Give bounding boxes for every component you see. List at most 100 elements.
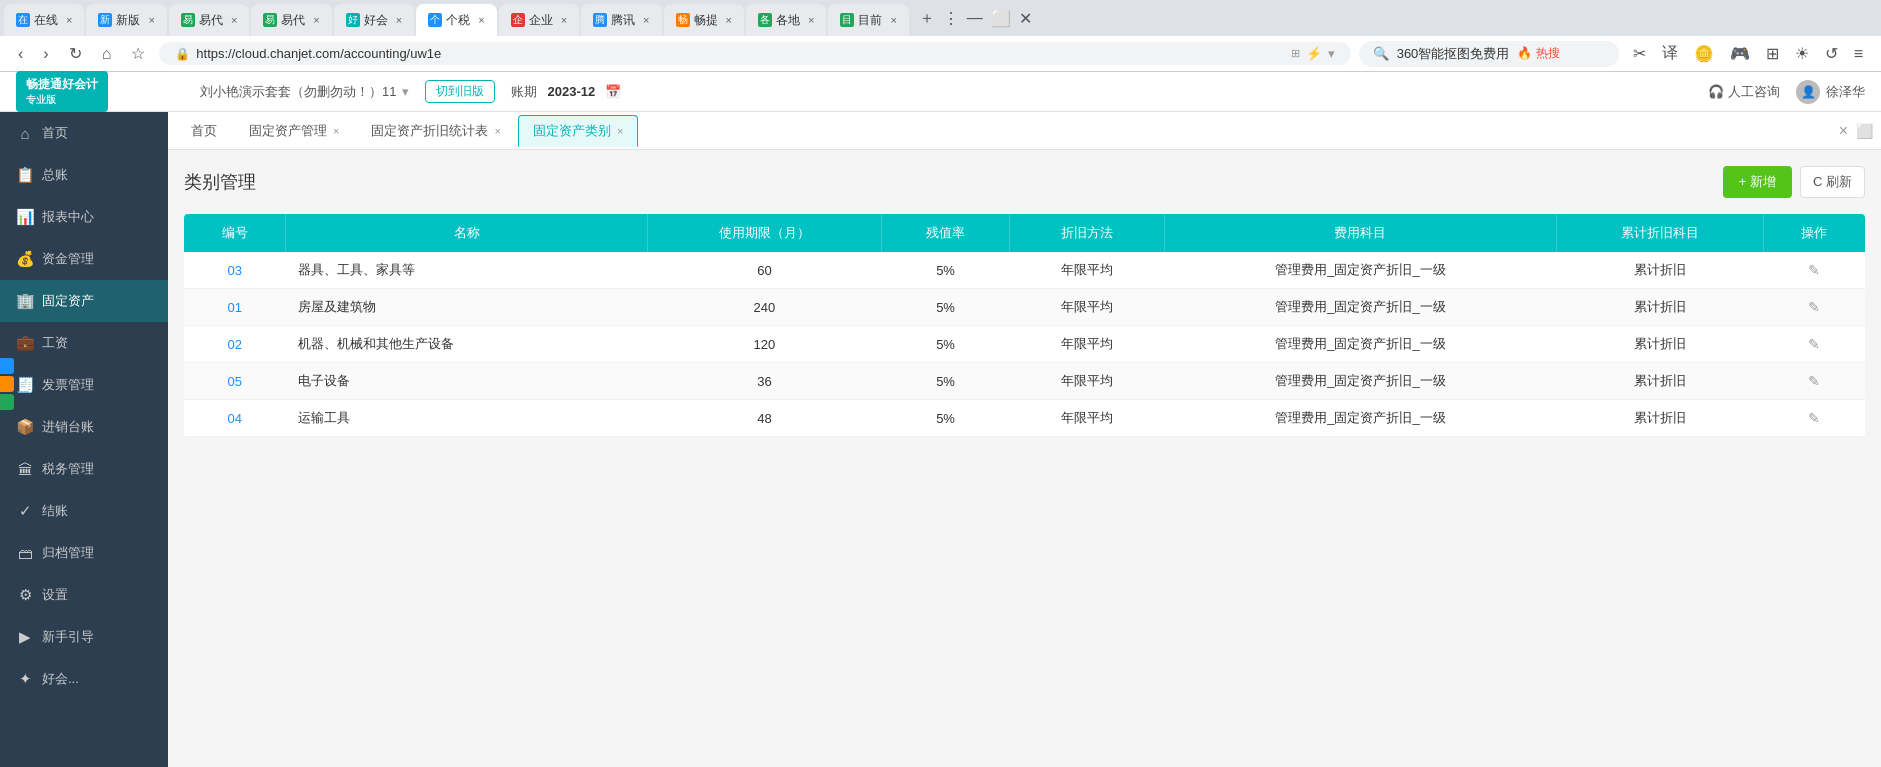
- page-tab-fa-category[interactable]: 固定资产类别 ×: [518, 115, 638, 147]
- browser-tab-1[interactable]: 在 在线 ×: [4, 4, 84, 36]
- url-bar[interactable]: 🔒 https://cloud.chanjet.com/accounting/u…: [159, 42, 1350, 65]
- theme-icon[interactable]: ☀: [1789, 42, 1815, 65]
- browser-tab-9[interactable]: 畅 畅提 ×: [664, 4, 744, 36]
- tab-menu-btn[interactable]: ⋮: [943, 9, 959, 28]
- page-tab-fa-depreciation-close[interactable]: ×: [494, 125, 500, 137]
- search-bar[interactable]: 🔍 360智能抠图免费用 🔥 热搜: [1359, 41, 1619, 67]
- tab1-close[interactable]: ×: [66, 14, 72, 26]
- cell-action[interactable]: ✎: [1763, 252, 1865, 289]
- tab2-favicon: 新: [98, 13, 112, 27]
- sidebar-item-close[interactable]: ✓ 结账: [0, 490, 168, 532]
- sidebar-item-ledger[interactable]: 📋 总账: [0, 154, 168, 196]
- minimize-btn[interactable]: —: [967, 9, 983, 27]
- browser-tab-4[interactable]: 易 易代 ×: [251, 4, 331, 36]
- forward-btn[interactable]: ›: [37, 43, 54, 65]
- browser-tab-3[interactable]: 易 易代 ×: [169, 4, 249, 36]
- coin-icon[interactable]: 🪙: [1688, 42, 1720, 65]
- tab6-close[interactable]: ×: [478, 14, 484, 26]
- page-tab-fa-management[interactable]: 固定资产管理 ×: [234, 115, 354, 147]
- browser-tab-7[interactable]: 企 企业 ×: [499, 4, 579, 36]
- sidebar-item-invoice[interactable]: 🧾 发票管理: [0, 364, 168, 406]
- reload-btn[interactable]: ↻: [63, 42, 88, 65]
- tab10-close[interactable]: ×: [808, 14, 814, 26]
- sidebar-label-tax: 税务管理: [42, 460, 94, 478]
- grid-icon[interactable]: ⊞: [1760, 42, 1785, 65]
- tab4-close[interactable]: ×: [313, 14, 319, 26]
- page-tab-fa-management-close[interactable]: ×: [333, 125, 339, 137]
- sidebar-item-settings[interactable]: ⚙ 设置: [0, 574, 168, 616]
- edit-icon[interactable]: ✎: [1808, 336, 1820, 352]
- page-tab-home[interactable]: 首页: [176, 115, 232, 147]
- page-tab-fa-depreciation[interactable]: 固定资产折旧统计表 ×: [356, 115, 515, 147]
- cut-icon[interactable]: ✂: [1627, 42, 1652, 65]
- browser-tab-2[interactable]: 新 新版 ×: [86, 4, 166, 36]
- calendar-icon[interactable]: 📅: [605, 84, 621, 99]
- page-title: 类别管理: [184, 170, 256, 194]
- refresh-button[interactable]: C 刷新: [1800, 166, 1865, 198]
- period-info: 账期 2023-12 📅: [511, 83, 621, 101]
- cell-accumulated-account: 累计折旧: [1556, 363, 1763, 400]
- browser-tab-8[interactable]: 腾 腾讯 ×: [581, 4, 661, 36]
- tab7-close[interactable]: ×: [561, 14, 567, 26]
- user-expand-icon[interactable]: ▾: [402, 84, 409, 99]
- col-header-accumulated: 累计折旧科目: [1556, 214, 1763, 252]
- new-tab-btn[interactable]: ＋: [919, 8, 935, 29]
- browser-tab-10[interactable]: 各 各地 ×: [746, 4, 826, 36]
- cell-code[interactable]: 04: [184, 400, 286, 437]
- menu-icon[interactable]: ≡: [1848, 43, 1869, 65]
- url-text: https://cloud.chanjet.com/accounting/uw1…: [196, 46, 1284, 61]
- cell-action[interactable]: ✎: [1763, 363, 1865, 400]
- edit-icon[interactable]: ✎: [1808, 299, 1820, 315]
- tab8-close[interactable]: ×: [643, 14, 649, 26]
- edit-icon[interactable]: ✎: [1808, 410, 1820, 426]
- tab2-close[interactable]: ×: [148, 14, 154, 26]
- cell-action[interactable]: ✎: [1763, 326, 1865, 363]
- maximize-window-icon[interactable]: ⬜: [1856, 123, 1873, 139]
- maximize-btn[interactable]: ⬜: [991, 9, 1011, 28]
- sidebar-item-reports[interactable]: 📊 报表中心: [0, 196, 168, 238]
- history-icon[interactable]: ↺: [1819, 42, 1844, 65]
- switch-old-version-btn[interactable]: 切到旧版: [425, 80, 495, 103]
- edit-icon[interactable]: ✎: [1808, 373, 1820, 389]
- page-tab-fa-category-close[interactable]: ×: [617, 125, 623, 137]
- cell-action[interactable]: ✎: [1763, 400, 1865, 437]
- left-indicator-2[interactable]: [0, 376, 14, 392]
- sidebar-item-more[interactable]: ✦ 好会...: [0, 658, 168, 700]
- tab1-label: 在线: [34, 12, 58, 29]
- back-btn[interactable]: ‹: [12, 43, 29, 65]
- sidebar-item-payroll[interactable]: 💼 工资: [0, 322, 168, 364]
- cell-code[interactable]: 03: [184, 252, 286, 289]
- cell-code[interactable]: 02: [184, 326, 286, 363]
- cell-code[interactable]: 01: [184, 289, 286, 326]
- left-indicator-3[interactable]: [0, 394, 14, 410]
- close-window-icon[interactable]: ×: [1839, 122, 1848, 140]
- left-indicator-1[interactable]: [0, 358, 14, 374]
- home-btn[interactable]: ⌂: [96, 43, 118, 65]
- sidebar-item-home[interactable]: ⌂ 首页: [0, 112, 168, 154]
- service-btn[interactable]: 🎧 人工咨询: [1708, 83, 1780, 101]
- sidebar-item-archive[interactable]: 🗃 归档管理: [0, 532, 168, 574]
- tab9-close[interactable]: ×: [726, 14, 732, 26]
- close-btn[interactable]: ✕: [1019, 9, 1032, 28]
- bookmark-btn[interactable]: ☆: [125, 42, 151, 65]
- browser-tab-5[interactable]: 好 好会 ×: [334, 4, 414, 36]
- sidebar-item-tax[interactable]: 🏛 税务管理: [0, 448, 168, 490]
- cell-action[interactable]: ✎: [1763, 289, 1865, 326]
- browser-tab-11[interactable]: 目 目前 ×: [828, 4, 908, 36]
- game-icon[interactable]: 🎮: [1724, 42, 1756, 65]
- sidebar: ⌂ 首页 📋 总账 📊 报表中心 💰 资金管理 🏢 固定资产 💼 工资: [0, 112, 168, 767]
- sidebar-item-guide[interactable]: ▶ 新手引导: [0, 616, 168, 658]
- sidebar-item-fixed-assets[interactable]: 🏢 固定资产: [0, 280, 168, 322]
- tab5-close[interactable]: ×: [396, 14, 402, 26]
- edit-icon[interactable]: ✎: [1808, 262, 1820, 278]
- browser-tab-6[interactable]: 个 个税 ×: [416, 4, 496, 36]
- tab3-close[interactable]: ×: [231, 14, 237, 26]
- translate-icon[interactable]: 译: [1656, 41, 1684, 66]
- tab11-close[interactable]: ×: [890, 14, 896, 26]
- sidebar-item-funds[interactable]: 💰 资金管理: [0, 238, 168, 280]
- add-button[interactable]: + 新增: [1723, 166, 1792, 198]
- sidebar-item-inventory[interactable]: 📦 进销台账: [0, 406, 168, 448]
- headset-icon: 🎧: [1708, 84, 1724, 99]
- cell-code[interactable]: 05: [184, 363, 286, 400]
- url-dropdown-icon[interactable]: ▾: [1328, 46, 1335, 61]
